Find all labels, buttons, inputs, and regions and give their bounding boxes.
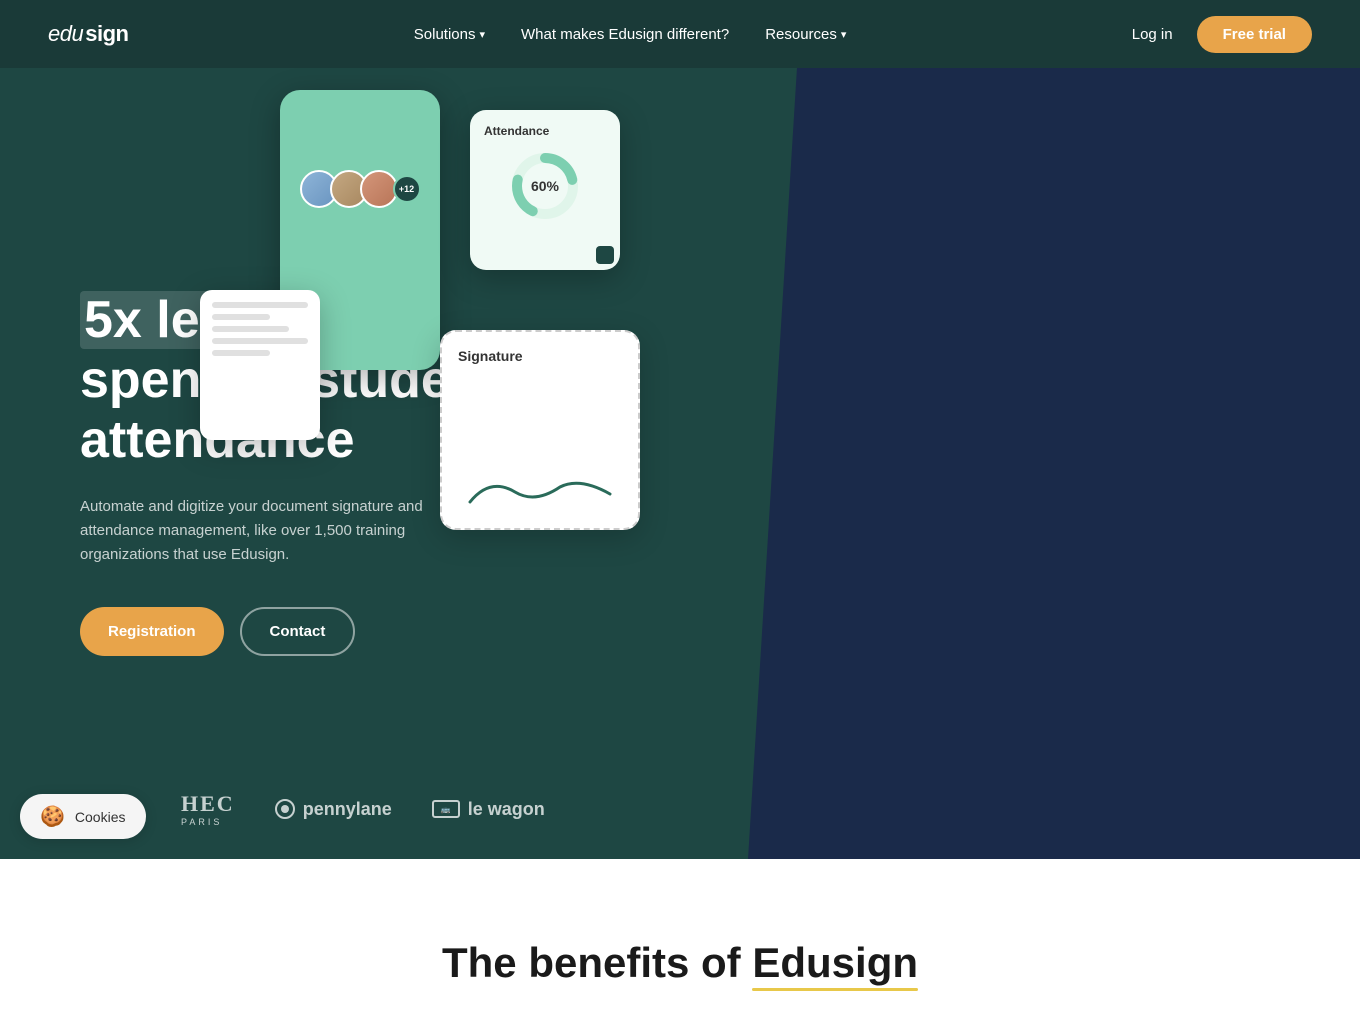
cookie-icon: 🍪 bbox=[40, 804, 65, 829]
logo[interactable]: edusign bbox=[48, 21, 128, 47]
nav-solutions[interactable]: Solutions ▾ bbox=[414, 26, 485, 43]
doc-line bbox=[212, 338, 308, 344]
contact-button[interactable]: Contact bbox=[240, 607, 356, 656]
nav-right: Log in Free trial bbox=[1132, 16, 1312, 53]
hero-section: 5x less time spent on student attendance… bbox=[0, 0, 1360, 859]
attendance-card: Attendance 60% bbox=[470, 110, 620, 270]
avatar-overflow-count: +12 bbox=[393, 175, 421, 203]
benefits-title: The benefits of Edusign bbox=[48, 939, 1312, 987]
cookies-label: Cookies bbox=[75, 809, 126, 825]
signature-card: Signature bbox=[440, 330, 640, 530]
document-card bbox=[200, 290, 320, 440]
registration-button[interactable]: Registration bbox=[80, 607, 224, 656]
ui-cards-overlay: +12 Attendance 60% Signature bbox=[200, 90, 600, 590]
hero-right-panel bbox=[748, 68, 1360, 859]
avatars-row: +12 bbox=[300, 170, 421, 208]
avatar bbox=[360, 170, 398, 208]
nav-resources[interactable]: Resources ▾ bbox=[765, 26, 846, 43]
nav-center: Solutions ▾ What makes Edusign different… bbox=[414, 26, 847, 43]
chevron-down-icon: ▾ bbox=[841, 28, 847, 41]
hero-bg-panel bbox=[748, 68, 1360, 859]
attendance-indicator bbox=[596, 246, 614, 264]
benefits-highlight: Edusign bbox=[752, 939, 918, 987]
cookies-bar[interactable]: 🍪 Cookies bbox=[20, 794, 146, 839]
doc-line bbox=[212, 326, 289, 332]
attendance-title: Attendance bbox=[484, 124, 606, 138]
login-button[interactable]: Log in bbox=[1132, 26, 1173, 43]
hero-buttons: Registration Contact bbox=[80, 607, 748, 656]
chevron-down-icon: ▾ bbox=[479, 28, 485, 41]
navbar: edusign Solutions ▾ What makes Edusign d… bbox=[0, 0, 1360, 68]
signature-stroke bbox=[458, 472, 622, 512]
nav-different[interactable]: What makes Edusign different? bbox=[521, 26, 729, 43]
doc-line bbox=[212, 350, 270, 356]
doc-line bbox=[212, 302, 308, 308]
benefits-section: The benefits of Edusign bbox=[0, 859, 1360, 1027]
signature-label: Signature bbox=[458, 348, 622, 364]
attendance-donut: 60% bbox=[505, 146, 585, 226]
attendance-percent: 60% bbox=[531, 178, 559, 194]
free-trial-button[interactable]: Free trial bbox=[1197, 16, 1312, 53]
doc-line bbox=[212, 314, 270, 320]
